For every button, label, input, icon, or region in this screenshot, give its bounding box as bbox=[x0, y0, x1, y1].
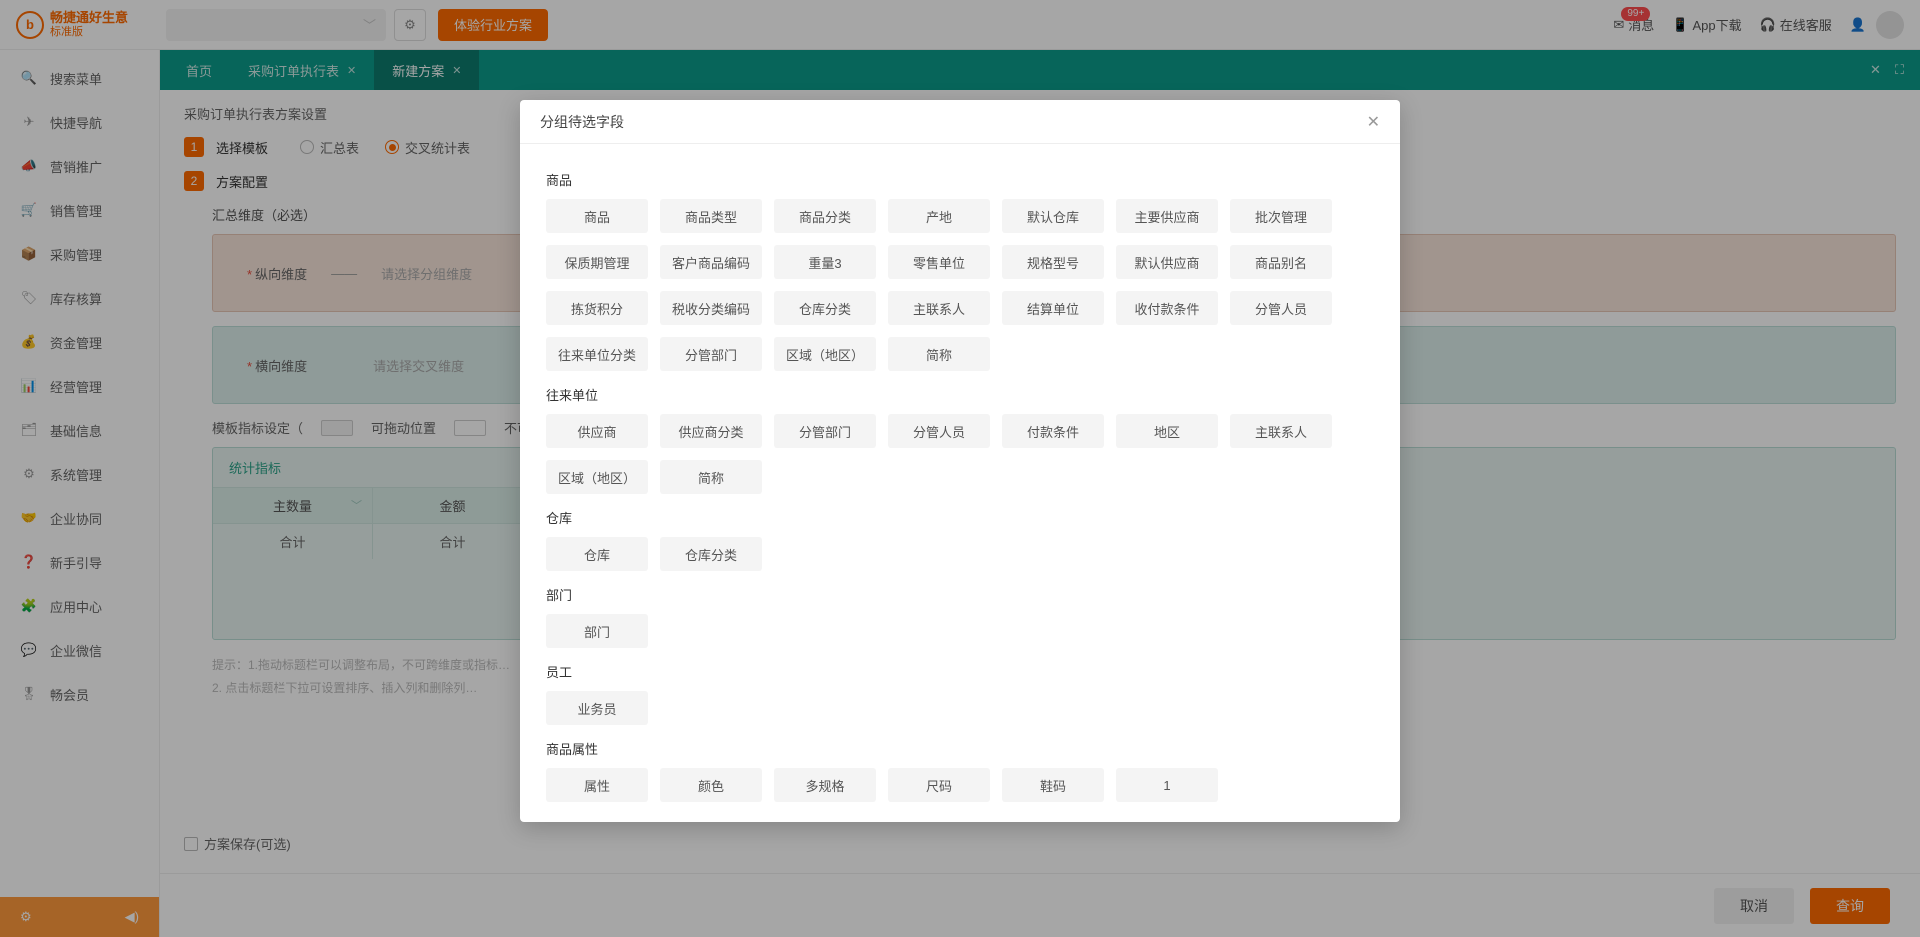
field-chip[interactable]: 分管部门 bbox=[660, 337, 762, 371]
field-chip[interactable]: 税收分类编码 bbox=[660, 291, 762, 325]
field-chip[interactable]: 鞋码 bbox=[1002, 768, 1104, 802]
field-chip[interactable]: 收付款条件 bbox=[1116, 291, 1218, 325]
field-chip-grid: 商品商品类型商品分类产地默认仓库主要供应商批次管理保质期管理客户商品编码重量3 零… bbox=[546, 199, 1374, 371]
field-chip[interactable]: 简称 bbox=[888, 337, 990, 371]
field-chip[interactable]: 主要供应商 bbox=[1116, 199, 1218, 233]
field-chip[interactable]: 多规格 bbox=[774, 768, 876, 802]
field-chip[interactable]: 默认供应商 bbox=[1116, 245, 1218, 279]
field-chip-grid: 业务员 bbox=[546, 691, 1374, 725]
field-chip[interactable]: 默认仓库 bbox=[1002, 199, 1104, 233]
field-chip[interactable]: 尺码 bbox=[888, 768, 990, 802]
field-chip[interactable]: 商品分类 bbox=[774, 199, 876, 233]
field-chip[interactable]: 仓库分类 bbox=[774, 291, 876, 325]
field-group-title: 往来单位 bbox=[546, 385, 1374, 404]
field-picker-modal: 分组待选字段 ✕ 商品商品商品类型商品分类产地默认仓库主要供应商批次管理保质期管… bbox=[520, 100, 1400, 822]
field-chip[interactable]: 1 bbox=[1116, 768, 1218, 802]
field-group-title: 员工 bbox=[546, 662, 1374, 681]
modal-close-button[interactable]: ✕ bbox=[1367, 112, 1380, 132]
field-chip[interactable]: 规格型号 bbox=[1002, 245, 1104, 279]
field-chip[interactable]: 区域（地区） bbox=[546, 460, 648, 494]
modal-overlay: 分组待选字段 ✕ 商品商品商品类型商品分类产地默认仓库主要供应商批次管理保质期管… bbox=[0, 0, 1920, 937]
field-chip[interactable]: 批次管理 bbox=[1230, 199, 1332, 233]
field-group-title: 仓库 bbox=[546, 508, 1374, 527]
field-chip[interactable]: 属性 bbox=[546, 768, 648, 802]
field-chip[interactable]: 区域（地区） bbox=[774, 337, 876, 371]
field-chip[interactable]: 业务员 bbox=[546, 691, 648, 725]
modal-header: 分组待选字段 ✕ bbox=[520, 100, 1400, 144]
field-group-title: 部门 bbox=[546, 585, 1374, 604]
field-chip-grid: 仓库仓库分类 bbox=[546, 537, 1374, 571]
field-chip[interactable]: 保质期管理 bbox=[546, 245, 648, 279]
field-chip[interactable]: 分管人员 bbox=[888, 414, 990, 448]
field-chip[interactable]: 分管人员 bbox=[1230, 291, 1332, 325]
field-chip[interactable]: 仓库 bbox=[546, 537, 648, 571]
field-chip-grid: 供应商供应商分类分管部门分管人员付款条件地区主联系人区域（地区） 简称 bbox=[546, 414, 1374, 494]
field-chip[interactable]: 供应商 bbox=[546, 414, 648, 448]
field-chip[interactable]: 产地 bbox=[888, 199, 990, 233]
field-chip[interactable]: 地区 bbox=[1116, 414, 1218, 448]
field-chip[interactable]: 商品 bbox=[546, 199, 648, 233]
field-chip[interactable]: 部门 bbox=[546, 614, 648, 648]
field-chip[interactable]: 付款条件 bbox=[1002, 414, 1104, 448]
field-group-title: 商品属性 bbox=[546, 739, 1374, 758]
field-group-title: 商品 bbox=[546, 170, 1374, 189]
field-chip[interactable]: 商品别名 bbox=[1230, 245, 1332, 279]
field-chip[interactable]: 分管部门 bbox=[774, 414, 876, 448]
field-chip[interactable]: 简称 bbox=[660, 460, 762, 494]
field-chip[interactable]: 主联系人 bbox=[1230, 414, 1332, 448]
field-chip[interactable]: 客户商品编码 bbox=[660, 245, 762, 279]
field-chip[interactable]: 颜色 bbox=[660, 768, 762, 802]
field-chip[interactable]: 重量3 bbox=[774, 245, 876, 279]
field-chip[interactable]: 商品类型 bbox=[660, 199, 762, 233]
field-chip[interactable]: 供应商分类 bbox=[660, 414, 762, 448]
modal-body: 商品商品商品类型商品分类产地默认仓库主要供应商批次管理保质期管理客户商品编码重量… bbox=[520, 144, 1400, 822]
field-chip[interactable]: 零售单位 bbox=[888, 245, 990, 279]
field-chip-grid: 属性颜色多规格尺码鞋码 1 bbox=[546, 768, 1374, 802]
field-chip-grid: 部门 bbox=[546, 614, 1374, 648]
field-chip[interactable]: 主联系人 bbox=[888, 291, 990, 325]
field-chip[interactable]: 往来单位分类 bbox=[546, 337, 648, 371]
field-chip[interactable]: 结算单位 bbox=[1002, 291, 1104, 325]
modal-title: 分组待选字段 bbox=[540, 112, 624, 132]
field-chip[interactable]: 仓库分类 bbox=[660, 537, 762, 571]
field-chip[interactable]: 拣货积分 bbox=[546, 291, 648, 325]
